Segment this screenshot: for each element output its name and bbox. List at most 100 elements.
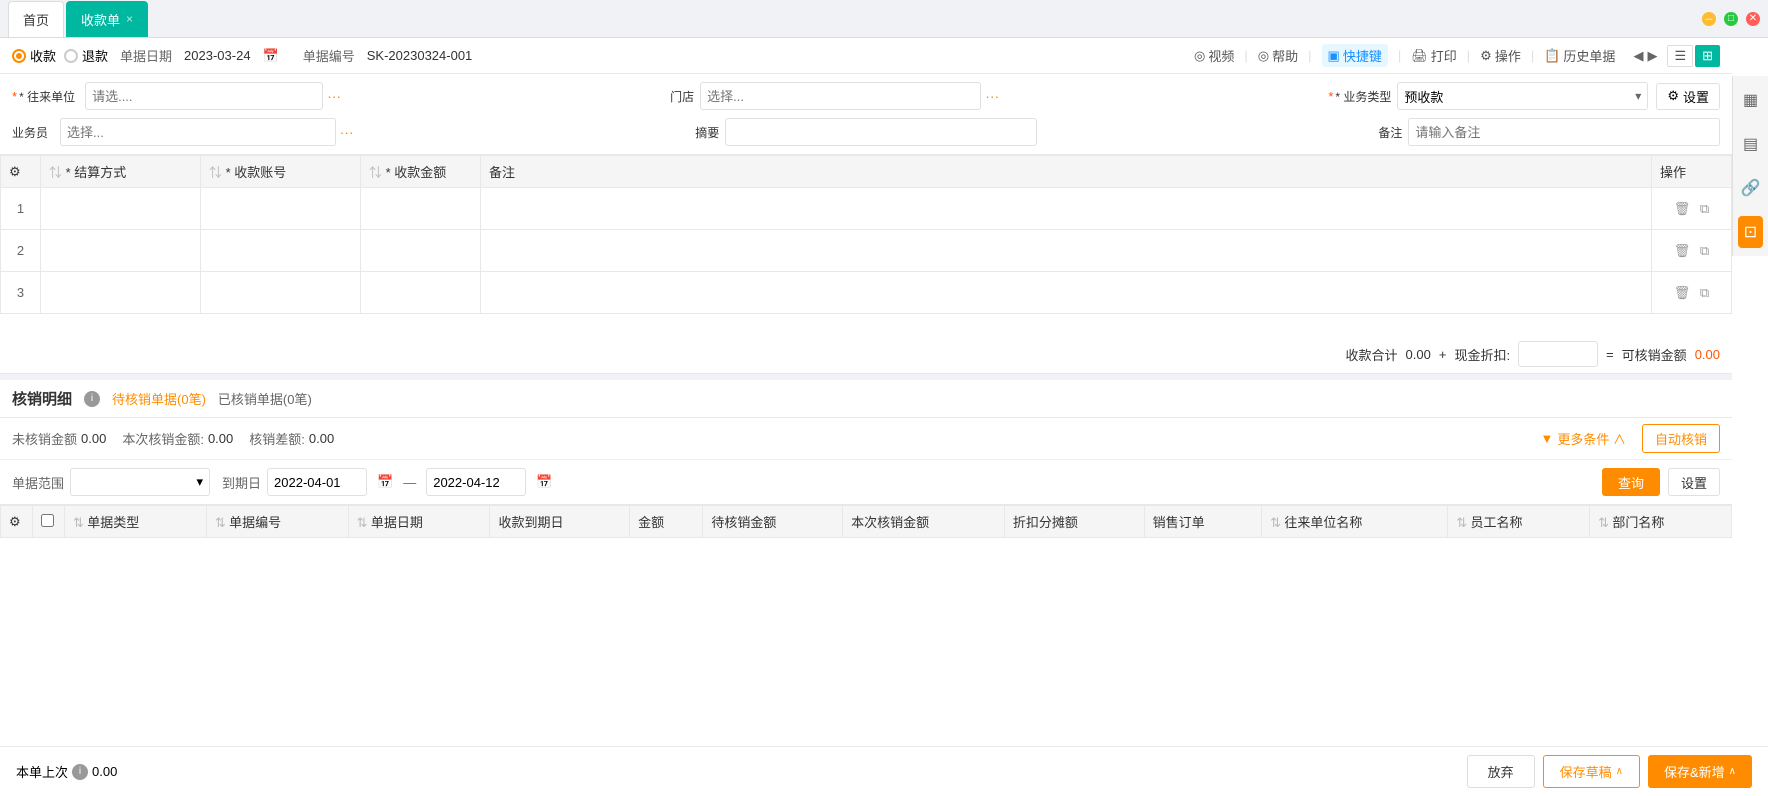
row-1-settlement-input[interactable] bbox=[41, 188, 200, 229]
staff-input[interactable] bbox=[60, 118, 336, 146]
row-1-remark-input[interactable] bbox=[481, 188, 1651, 229]
sort-docnumber-icon: ⇅ bbox=[215, 515, 226, 530]
table-settings-icon[interactable]: ⚙ bbox=[9, 164, 21, 179]
store-label: 门店 bbox=[670, 88, 694, 105]
row-2-remark-input[interactable] bbox=[481, 230, 1651, 271]
pending-label[interactable]: 待核销单据(0笔) bbox=[112, 389, 206, 408]
available-value: 0.00 bbox=[1695, 347, 1720, 362]
row-1-num: 1 bbox=[1, 188, 41, 230]
row-2-settlement-input[interactable] bbox=[41, 230, 200, 271]
receipt-refund-toggle: 收款 退款 bbox=[12, 46, 108, 65]
minimize-button[interactable]: － bbox=[1702, 12, 1716, 26]
grid-view-btn[interactable]: ⊞ bbox=[1695, 45, 1720, 67]
row-1-delete-icon[interactable]: 🗑 bbox=[1674, 201, 1691, 216]
video-btn[interactable]: ◎ 视频 bbox=[1194, 46, 1234, 65]
filter-icon: ▼ bbox=[1540, 431, 1553, 446]
shortcut-btn[interactable]: ▣ 快捷键 bbox=[1322, 44, 1388, 67]
discount-input[interactable] bbox=[1518, 341, 1598, 367]
settings-button[interactable]: ⚙ 设置 bbox=[1656, 83, 1720, 110]
calendar-from-icon[interactable]: 📅 bbox=[377, 474, 393, 490]
operation-btn[interactable]: ⚙ 操作 bbox=[1480, 46, 1521, 65]
row-3-settlement-input[interactable] bbox=[41, 272, 200, 313]
tab-close-icon[interactable]: × bbox=[126, 12, 133, 26]
doc-number-label: 单据编号 bbox=[303, 46, 355, 65]
history-btn[interactable]: 📋 历史单据 bbox=[1544, 46, 1615, 65]
prev-info-icon[interactable]: i bbox=[72, 764, 88, 780]
sidebar-table-icon[interactable]: ▦ bbox=[1737, 84, 1764, 116]
col-docdate-label: 单据日期 bbox=[371, 515, 423, 530]
maximize-button[interactable]: □ bbox=[1724, 12, 1738, 26]
bottom-col-dept-header: ⇅ 部门名称 bbox=[1590, 506, 1732, 538]
remark-input[interactable] bbox=[1408, 118, 1720, 146]
nav-left-icon[interactable]: ◀ bbox=[1633, 48, 1643, 64]
calendar-to-icon[interactable]: 📅 bbox=[536, 474, 552, 490]
row-2-copy-icon[interactable]: ⧉ bbox=[1700, 243, 1709, 258]
gear-icon: ⚙ bbox=[1667, 88, 1679, 104]
store-input[interactable] bbox=[700, 82, 981, 110]
filter-settings-button[interactable]: 设置 bbox=[1668, 468, 1720, 496]
row-3-account-input[interactable] bbox=[201, 272, 360, 313]
row-1-copy-icon[interactable]: ⧉ bbox=[1700, 201, 1709, 216]
more-conditions-btn[interactable]: ▼ 更多条件 ∧ bbox=[1540, 429, 1626, 448]
save-new-button[interactable]: 保存&新增 ∧ bbox=[1648, 755, 1752, 788]
row-3-copy-icon[interactable]: ⧉ bbox=[1700, 285, 1709, 300]
list-view-btn[interactable]: ☰ bbox=[1667, 45, 1693, 67]
range-field: 单据范围 ▾ bbox=[12, 468, 210, 496]
tab-receipt[interactable]: 收款单 × bbox=[66, 1, 148, 37]
auto-writeoff-button[interactable]: 自动核销 bbox=[1642, 424, 1720, 453]
sidebar-link-icon[interactable]: 🔗 bbox=[1735, 172, 1767, 204]
help-btn[interactable]: ◎ 帮助 bbox=[1258, 46, 1298, 65]
row-1-amount-input[interactable] bbox=[361, 188, 480, 229]
row-2-num: 2 bbox=[1, 230, 41, 272]
save-draft-chevron: ∧ bbox=[1616, 766, 1623, 777]
row-3-remark-input[interactable] bbox=[481, 272, 1651, 313]
sort-docdate-icon: ⇅ bbox=[357, 515, 368, 530]
business-type-select[interactable]: 预收款 ▾ bbox=[1397, 82, 1648, 110]
row-2-amount-input[interactable] bbox=[361, 230, 480, 271]
duedate-to-input[interactable] bbox=[426, 468, 526, 496]
table-row: 3 🗑 ⧉ bbox=[1, 272, 1732, 314]
sort-doctype-icon: ⇅ bbox=[73, 515, 84, 530]
select-all-checkbox[interactable] bbox=[41, 514, 54, 527]
bottom-table-settings-icon[interactable]: ⚙ bbox=[9, 514, 21, 529]
counterparty-input[interactable] bbox=[85, 82, 323, 110]
col-settings-header: ⚙ bbox=[1, 156, 41, 188]
counterparty-more-icon[interactable]: ··· bbox=[327, 88, 341, 104]
abandon-button[interactable]: 放弃 bbox=[1467, 755, 1535, 788]
date-separator: — bbox=[403, 475, 416, 490]
row-3-amount-input[interactable] bbox=[361, 272, 480, 313]
receipt-radio[interactable]: 收款 bbox=[12, 46, 56, 65]
sidebar-doc-icon[interactable]: ▤ bbox=[1737, 128, 1764, 160]
row-1-account-input[interactable] bbox=[201, 188, 360, 229]
row-2-account bbox=[201, 230, 361, 272]
row-3-remark bbox=[481, 272, 1652, 314]
sidebar-image-icon[interactable]: ⊡ bbox=[1738, 216, 1763, 248]
row-2-account-input[interactable] bbox=[201, 230, 360, 271]
duedate-from-input[interactable] bbox=[267, 468, 367, 496]
store-more-icon[interactable]: ··· bbox=[985, 88, 999, 104]
calendar-icon[interactable]: 📅 bbox=[263, 48, 279, 64]
range-select[interactable]: ▾ bbox=[70, 468, 210, 496]
nav-right-icon[interactable]: ▶ bbox=[1647, 48, 1657, 64]
print-btn[interactable]: 🖨 打印 bbox=[1411, 46, 1457, 65]
close-button[interactable]: ✕ bbox=[1746, 12, 1760, 26]
col-current-label: 本次核销金额 bbox=[851, 515, 929, 530]
shortcut-label: 快捷键 bbox=[1343, 46, 1382, 65]
staff-more-icon[interactable]: ··· bbox=[340, 124, 354, 140]
row-3-num: 3 bbox=[1, 272, 41, 314]
col-account-label: * 收款账号 bbox=[226, 165, 287, 180]
refund-radio[interactable]: 退款 bbox=[64, 46, 108, 65]
bottom-col-docnumber-header: ⇅ 单据编号 bbox=[206, 506, 348, 538]
right-sidebar: ▦ ▤ 🔗 ⊡ bbox=[1732, 76, 1768, 256]
tab-home[interactable]: 首页 bbox=[8, 1, 64, 37]
row-2-delete-icon[interactable]: 🗑 bbox=[1674, 243, 1691, 258]
sort-staff-icon: ⇅ bbox=[1456, 515, 1467, 530]
writeoff-section: 核销明细 i 待核销单据(0笔) 已核销单据(0笔) 未核销金额 0.00 本次… bbox=[0, 374, 1732, 538]
query-button[interactable]: 查询 bbox=[1602, 468, 1660, 496]
bottom-col-amount-header: 金额 bbox=[630, 506, 703, 538]
writeoff-info-icon[interactable]: i bbox=[84, 391, 100, 407]
footer-left: 本单上次 i 0.00 bbox=[16, 762, 117, 781]
summary-input[interactable] bbox=[725, 118, 1037, 146]
row-3-delete-icon[interactable]: 🗑 bbox=[1674, 285, 1691, 300]
save-draft-button[interactable]: 保存草稿 ∧ bbox=[1543, 755, 1640, 788]
